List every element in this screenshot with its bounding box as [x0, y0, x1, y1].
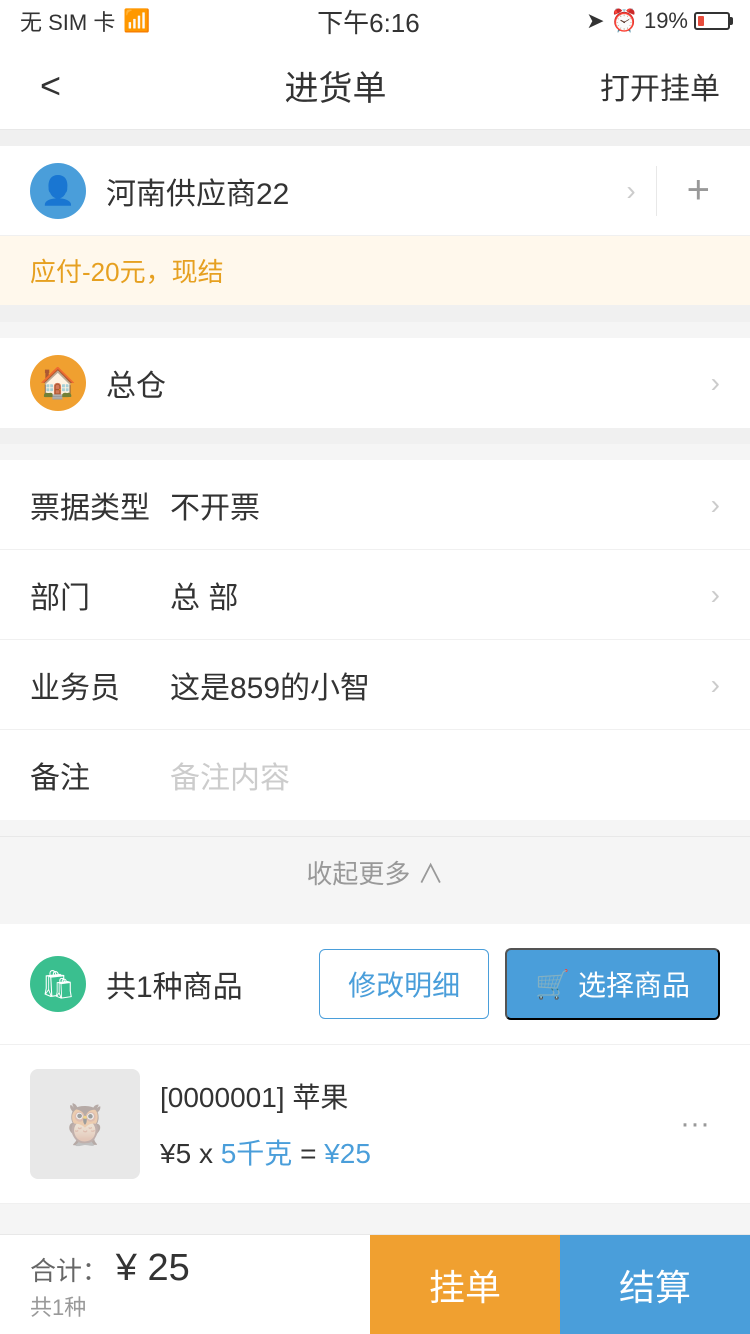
- total-section: 合计： ¥ 25 共1种: [0, 1247, 370, 1322]
- total-count: 共1种: [30, 1290, 340, 1322]
- department-label: 部门: [30, 573, 160, 617]
- remark-label: 备注: [30, 753, 160, 797]
- product-info: [0000001] 苹果 ¥5 x 5千克 = ¥25: [160, 1076, 650, 1172]
- select-product-icon: 🛒: [535, 968, 570, 1001]
- open-pending-button[interactable]: 打开挂单: [600, 64, 720, 108]
- remark-row[interactable]: 备注 备注内容: [0, 730, 750, 820]
- product-thumb-icon: 🦉: [60, 1101, 110, 1148]
- wifi-icon: 📶: [123, 8, 150, 34]
- checkout-button[interactable]: 结算: [560, 1235, 750, 1334]
- warning-banner: 应付-20元，现结: [0, 236, 750, 306]
- invoice-type-chevron-icon: ›: [711, 489, 720, 521]
- checkout-label: 结算: [619, 1259, 691, 1311]
- salesperson-value: 这是859的小智: [160, 663, 711, 707]
- section-gap-3: [0, 428, 750, 444]
- total-amount: ¥ 25: [116, 1247, 190, 1289]
- warehouse-chevron-icon: ›: [711, 367, 720, 399]
- collapse-more-button[interactable]: 收起更多 ∧: [0, 836, 750, 908]
- status-bar-time: 下午6:16: [317, 3, 420, 40]
- select-product-button[interactable]: 🛒 选择商品: [505, 948, 720, 1020]
- alarm-icon: ⏰: [611, 8, 638, 34]
- invoice-type-value: 不开票: [160, 483, 711, 527]
- pending-label: 挂单: [429, 1259, 501, 1311]
- supplier-divider: [656, 166, 657, 216]
- product-more-button[interactable]: ···: [670, 1097, 720, 1151]
- product-item: 🦉 [0000001] 苹果 ¥5 x 5千克 = ¥25 ···: [0, 1045, 750, 1204]
- modify-detail-button[interactable]: 修改明细: [319, 949, 489, 1019]
- product-equals: =: [300, 1138, 324, 1169]
- supplier-section[interactable]: 👤 河南供应商22 › +: [0, 146, 750, 236]
- warning-text: 应付-20元，现结: [30, 257, 224, 287]
- product-multiply: x: [199, 1138, 221, 1169]
- location-icon: ➤: [586, 8, 604, 34]
- salesperson-chevron-icon: ›: [711, 669, 720, 701]
- section-gap-2: [0, 306, 750, 322]
- product-total: ¥25: [324, 1138, 371, 1169]
- select-product-label: 选择商品: [578, 964, 690, 1004]
- product-price: ¥5 x 5千克 = ¥25: [160, 1132, 650, 1172]
- salesperson-label: 业务员: [30, 663, 160, 707]
- warehouse-name: 总仓: [86, 361, 711, 405]
- form-section: 票据类型 不开票 › 部门 总 部 › 业务员 这是859的小智 › 备注 备注…: [0, 460, 750, 820]
- product-count-text: 共1种商品: [86, 962, 319, 1006]
- product-bag-icon: 🛍: [40, 968, 76, 1001]
- supplier-chevron-icon: ›: [626, 175, 635, 207]
- back-button[interactable]: <: [30, 55, 71, 117]
- avatar-icon: 👤: [41, 174, 76, 207]
- total-label: 合计：: [30, 1256, 108, 1286]
- department-chevron-icon: ›: [711, 579, 720, 611]
- section-gap-1: [0, 130, 750, 146]
- product-unit-price: ¥5: [160, 1138, 191, 1169]
- warehouse-icon: 🏠: [30, 355, 86, 411]
- add-supplier-button[interactable]: +: [677, 158, 720, 223]
- warehouse-section[interactable]: 🏠 总仓 ›: [0, 338, 750, 428]
- total-line: 合计： ¥ 25: [30, 1247, 340, 1290]
- product-section-header: 🛍 共1种商品 修改明细 🛒 选择商品: [0, 924, 750, 1045]
- supplier-name: 河南供应商22: [86, 169, 626, 213]
- pending-button[interactable]: 挂单: [370, 1235, 560, 1334]
- bottom-bar: 合计： ¥ 25 共1种 挂单 结算: [0, 1234, 750, 1334]
- status-bar: 无 SIM 卡 📶 下午6:16 ➤ ⏰ 19%: [0, 0, 750, 42]
- carrier-label: 无 SIM 卡: [20, 5, 115, 37]
- invoice-type-label: 票据类型: [30, 483, 160, 527]
- status-bar-left: 无 SIM 卡 📶: [20, 5, 151, 37]
- status-bar-right: ➤ ⏰ 19%: [586, 8, 730, 34]
- product-name: [0000001] 苹果: [160, 1076, 650, 1116]
- battery-indicator: [694, 12, 730, 30]
- warehouse-home-icon: 🏠: [39, 366, 76, 401]
- invoice-type-row[interactable]: 票据类型 不开票 ›: [0, 460, 750, 550]
- supplier-avatar: 👤: [30, 163, 86, 219]
- product-count-icon: 🛍: [30, 956, 86, 1012]
- product-quantity: 5千克: [221, 1138, 293, 1169]
- remark-input[interactable]: 备注内容: [160, 753, 720, 797]
- nav-bar: < 进货单 打开挂单: [0, 42, 750, 130]
- product-thumbnail: 🦉: [30, 1069, 140, 1179]
- department-row[interactable]: 部门 总 部 ›: [0, 550, 750, 640]
- salesperson-row[interactable]: 业务员 这是859的小智 ›: [0, 640, 750, 730]
- page-title: 进货单: [285, 61, 387, 110]
- battery-label: 19%: [644, 8, 688, 34]
- department-value: 总 部: [160, 573, 711, 617]
- collapse-more-label: 收起更多 ∧: [306, 854, 443, 891]
